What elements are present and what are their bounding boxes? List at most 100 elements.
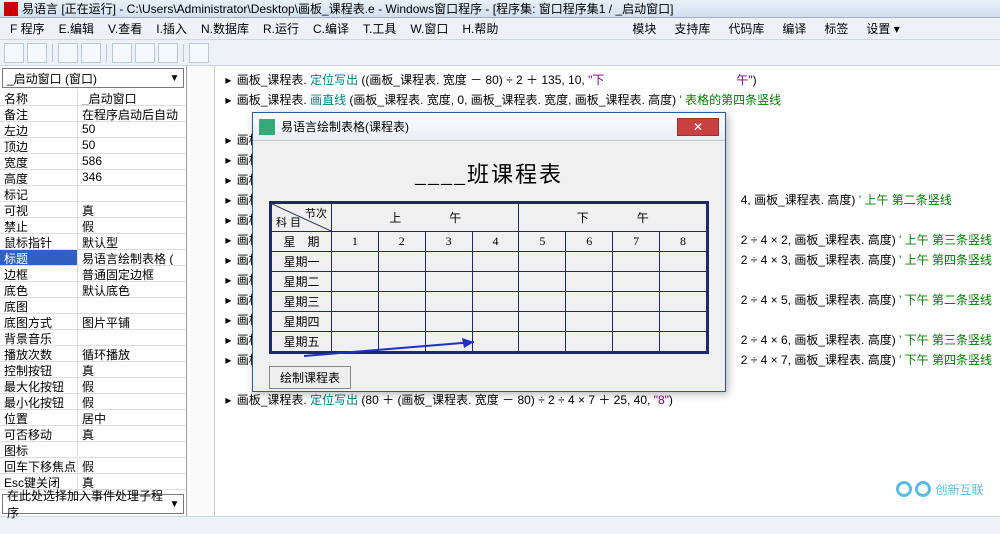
property-value[interactable]: 在程序启动后自动 bbox=[78, 106, 186, 121]
property-row[interactable]: 可否移动真 bbox=[0, 426, 186, 442]
menu-code-lib[interactable]: 代码库 bbox=[722, 18, 770, 39]
object-selector[interactable]: _启动窗口 (窗口) ▼ bbox=[2, 68, 184, 88]
menu-help[interactable]: H.帮助 bbox=[456, 18, 504, 39]
dialog-title-text: 易语言绘制表格(课程表) bbox=[281, 118, 677, 135]
property-row[interactable]: 图标 bbox=[0, 442, 186, 458]
timetable-cell bbox=[472, 272, 519, 292]
menu-program[interactable]: F 程序 bbox=[4, 18, 51, 39]
col-number: 2 bbox=[378, 232, 425, 252]
property-row[interactable]: 控制按钮真 bbox=[0, 362, 186, 378]
dialog-icon bbox=[259, 119, 275, 135]
property-value[interactable]: 普通固定边框 bbox=[78, 266, 186, 281]
property-value[interactable]: 586 bbox=[78, 154, 186, 169]
timetable-cell bbox=[613, 272, 660, 292]
property-row[interactable]: 底图 bbox=[0, 298, 186, 314]
property-row[interactable]: 标题易语言绘制表格 ( bbox=[0, 250, 186, 266]
property-value[interactable]: 假 bbox=[78, 458, 186, 473]
watermark-text: 创新互联 bbox=[935, 481, 983, 498]
property-grid[interactable]: 名称_启动窗口备注在程序启动后自动左边50顶边50宽度586高度346标记可视真… bbox=[0, 90, 186, 492]
menu-edit[interactable]: E.编辑 bbox=[53, 18, 100, 39]
timetable-cell bbox=[425, 272, 472, 292]
property-value[interactable]: 易语言绘制表格 ( bbox=[78, 250, 186, 265]
property-row[interactable]: 播放次数循环播放 bbox=[0, 346, 186, 362]
property-panel: _启动窗口 (窗口) ▼ 名称_启动窗口备注在程序启动后自动左边50顶边50宽度… bbox=[0, 66, 187, 516]
toolbar-button[interactable] bbox=[4, 43, 24, 63]
menu-extra: 模块 支持库 代码库 编译 标签 设置 ▾ bbox=[626, 18, 905, 39]
property-row[interactable]: 高度346 bbox=[0, 170, 186, 186]
menu-settings[interactable]: 设置 ▾ bbox=[860, 18, 905, 39]
property-row[interactable]: 宽度586 bbox=[0, 154, 186, 170]
property-value[interactable]: _启动窗口 bbox=[78, 90, 186, 105]
property-value[interactable]: 循环播放 bbox=[78, 346, 186, 361]
property-row[interactable]: 位置居中 bbox=[0, 410, 186, 426]
dialog-title-bar[interactable]: 易语言绘制表格(课程表) ✕ bbox=[253, 113, 725, 141]
property-row[interactable]: 底色默认底色 bbox=[0, 282, 186, 298]
draw-timetable-button[interactable]: 绘制课程表 bbox=[269, 366, 351, 389]
menu-insert[interactable]: I.插入 bbox=[150, 18, 193, 39]
toolbar-button[interactable] bbox=[189, 43, 209, 63]
property-value[interactable]: 真 bbox=[78, 202, 186, 217]
property-row[interactable]: 备注在程序启动后自动 bbox=[0, 106, 186, 122]
property-row[interactable]: 底图方式图片平铺 bbox=[0, 314, 186, 330]
property-value[interactable] bbox=[78, 442, 186, 457]
window-title: 易语言 [正在运行] - C:\Users\Administrator\Desk… bbox=[22, 0, 673, 17]
property-value[interactable]: 默认型 bbox=[78, 234, 186, 249]
property-row[interactable]: 标记 bbox=[0, 186, 186, 202]
property-value[interactable]: 假 bbox=[78, 378, 186, 393]
toolbar-button[interactable] bbox=[58, 43, 78, 63]
timetable-cell bbox=[566, 272, 613, 292]
property-name: 最小化按钮 bbox=[0, 394, 78, 409]
property-value[interactable] bbox=[78, 186, 186, 201]
menu-window[interactable]: W.窗口 bbox=[404, 18, 454, 39]
menu-tools[interactable]: T.工具 bbox=[357, 18, 402, 39]
toolbar-button[interactable] bbox=[27, 43, 47, 63]
timetable-cell bbox=[425, 252, 472, 272]
property-value[interactable]: 假 bbox=[78, 218, 186, 233]
menu-database[interactable]: N.数据库 bbox=[195, 18, 255, 39]
property-value[interactable]: 居中 bbox=[78, 410, 186, 425]
toolbar-button[interactable] bbox=[112, 43, 132, 63]
property-row[interactable]: 边框普通固定边框 bbox=[0, 266, 186, 282]
property-row[interactable]: 禁止假 bbox=[0, 218, 186, 234]
menu-module[interactable]: 模块 bbox=[626, 18, 662, 39]
property-value[interactable]: 真 bbox=[78, 362, 186, 377]
property-value[interactable] bbox=[78, 298, 186, 313]
property-value[interactable]: 真 bbox=[78, 426, 186, 441]
code-line: ▸ 画板_课程表. 画直线 (画板_课程表. 宽度, 0, 画板_课程表. 宽度… bbox=[223, 90, 992, 110]
property-row[interactable]: 背景音乐 bbox=[0, 330, 186, 346]
day-row-header: 星期五 bbox=[272, 332, 332, 352]
property-row[interactable]: 鼠标指针默认型 bbox=[0, 234, 186, 250]
menu-view[interactable]: V.查看 bbox=[102, 18, 148, 39]
menu-run[interactable]: R.运行 bbox=[257, 18, 305, 39]
timetable-cell bbox=[472, 312, 519, 332]
property-name: 标记 bbox=[0, 186, 78, 201]
menu-compile[interactable]: C.编译 bbox=[307, 18, 355, 39]
property-row[interactable]: 左边50 bbox=[0, 122, 186, 138]
property-row[interactable]: 回车下移焦点假 bbox=[0, 458, 186, 474]
property-row[interactable]: 可视真 bbox=[0, 202, 186, 218]
menu-tags[interactable]: 标签 bbox=[818, 18, 854, 39]
timetable-cell bbox=[332, 272, 379, 292]
property-value[interactable] bbox=[78, 330, 186, 345]
property-row[interactable]: 名称_启动窗口 bbox=[0, 90, 186, 106]
property-value[interactable]: 默认底色 bbox=[78, 282, 186, 297]
timetable-cell bbox=[613, 292, 660, 312]
menu-compile2[interactable]: 编译 bbox=[776, 18, 812, 39]
property-row[interactable]: 最小化按钮假 bbox=[0, 394, 186, 410]
toolbar-button[interactable] bbox=[135, 43, 155, 63]
property-value[interactable]: 图片平铺 bbox=[78, 314, 186, 329]
property-name: 左边 bbox=[0, 122, 78, 137]
property-row[interactable]: 顶边50 bbox=[0, 138, 186, 154]
toolbar-button[interactable] bbox=[81, 43, 101, 63]
event-selector[interactable]: 在此处选择加入事件处理子程序 ▼ bbox=[2, 494, 184, 514]
property-value[interactable]: 50 bbox=[78, 138, 186, 153]
timetable-cell bbox=[472, 292, 519, 312]
property-value[interactable]: 50 bbox=[78, 122, 186, 137]
property-value[interactable]: 346 bbox=[78, 170, 186, 185]
menu-support-lib[interactable]: 支持库 bbox=[668, 18, 716, 39]
property-row[interactable]: 最大化按钮假 bbox=[0, 378, 186, 394]
timetable-cell bbox=[566, 332, 613, 352]
toolbar-button[interactable] bbox=[158, 43, 178, 63]
dialog-close-button[interactable]: ✕ bbox=[677, 118, 719, 136]
property-value[interactable]: 假 bbox=[78, 394, 186, 409]
